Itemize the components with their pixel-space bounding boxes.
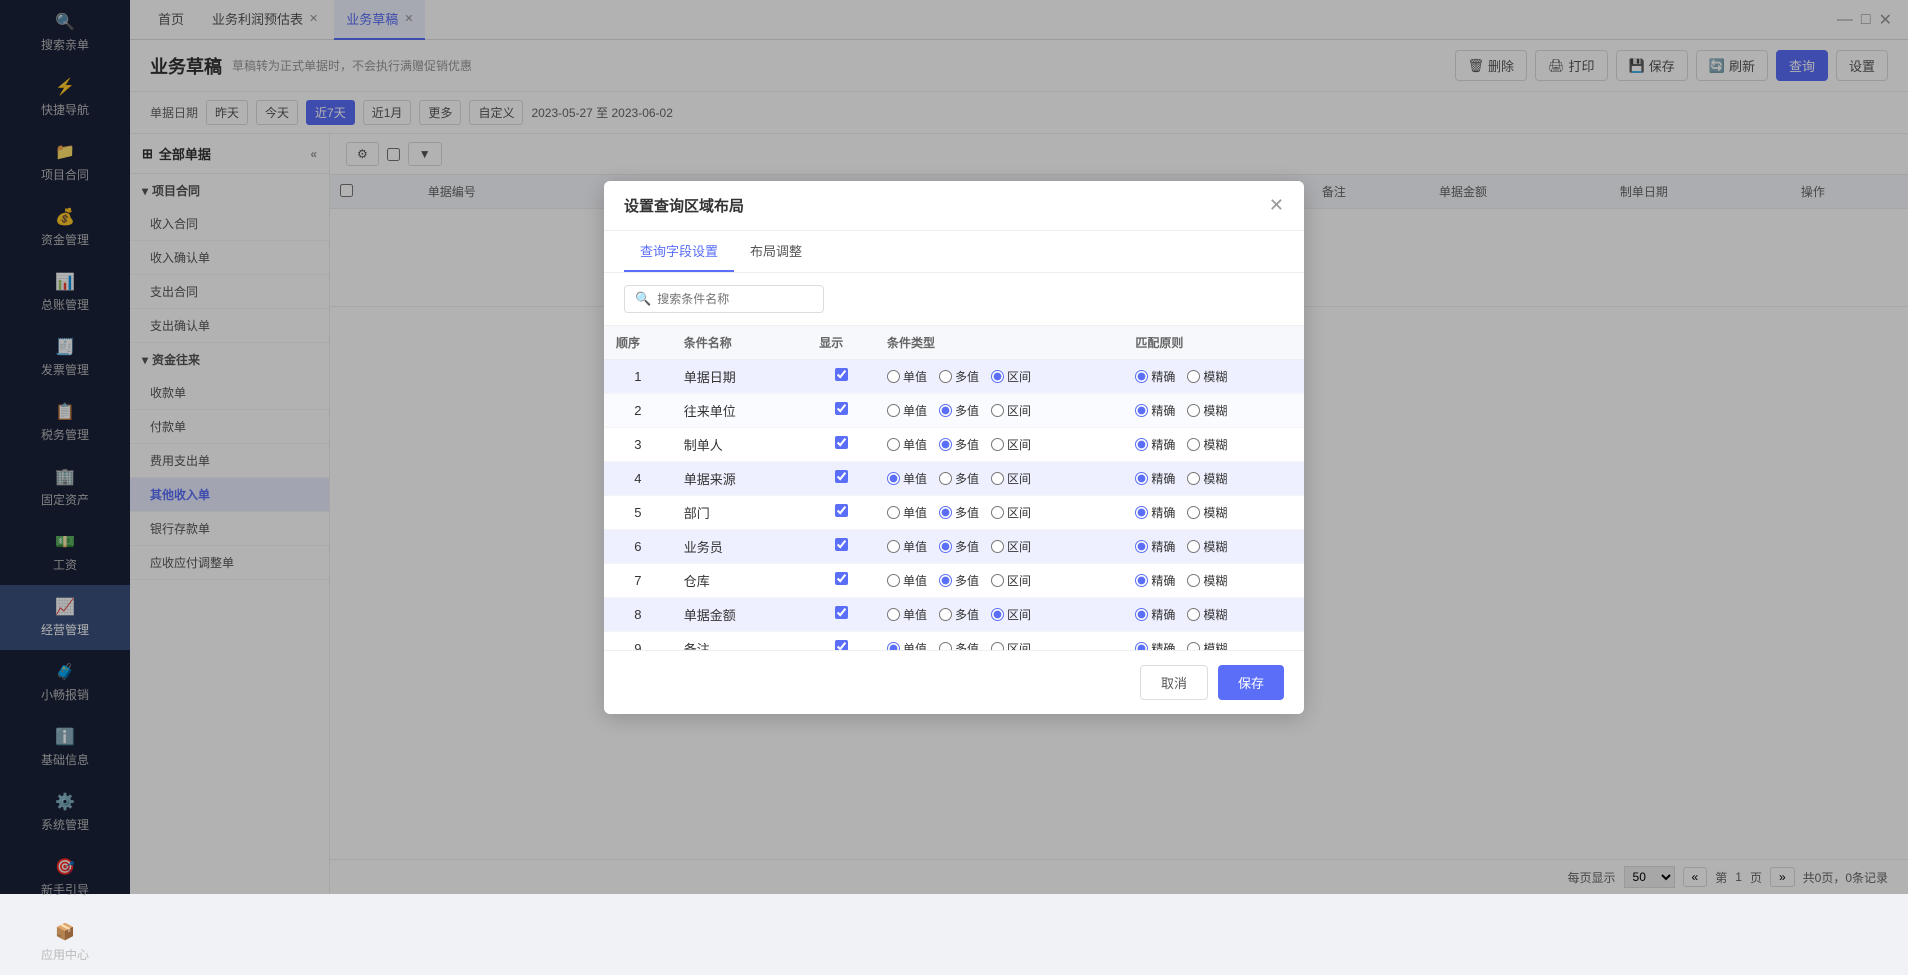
match-radio-模糊-6[interactable] [1187, 540, 1200, 553]
type-radio-单值-7[interactable] [887, 574, 900, 587]
dialog-close-button[interactable]: ✕ [1269, 195, 1284, 216]
dialog-search-area: 🔍 [604, 273, 1304, 326]
cell-order-3: 3 [604, 427, 672, 461]
dialog-overlay: 设置查询区域布局 ✕ 查询字段设置 布局调整 🔍 顺序 [0, 0, 1908, 894]
dialog-tab-fields[interactable]: 查询字段设置 [624, 231, 734, 272]
match-radio-模糊-4[interactable] [1187, 472, 1200, 485]
cell-name-8: 单据金额 [672, 597, 807, 631]
col-type: 条件类型 [875, 326, 1123, 360]
dialog-tabs: 查询字段设置 布局调整 [604, 231, 1304, 273]
dialog-tab-layout[interactable]: 布局调整 [734, 231, 818, 272]
cell-name-6: 业务员 [672, 529, 807, 563]
dialog-cancel-button[interactable]: 取消 [1140, 665, 1208, 700]
dialog: 设置查询区域布局 ✕ 查询字段设置 布局调整 🔍 顺序 [604, 181, 1304, 714]
match-radio-模糊-5[interactable] [1187, 506, 1200, 519]
display-checkbox-3[interactable] [835, 436, 848, 449]
display-checkbox-1[interactable] [835, 368, 848, 381]
type-radio-单值-5[interactable] [887, 506, 900, 519]
type-radio-单值-9[interactable] [887, 642, 900, 650]
dialog-footer: 取消 保存 [604, 650, 1304, 714]
match-radio-精确-5[interactable] [1135, 506, 1148, 519]
type-radio-多值-3[interactable] [939, 438, 952, 451]
match-radio-精确-2[interactable] [1135, 404, 1148, 417]
cell-order-7: 7 [604, 563, 672, 597]
dialog-save-button[interactable]: 保存 [1218, 665, 1284, 700]
match-radio-模糊-3[interactable] [1187, 438, 1200, 451]
col-cond-name: 条件名称 [672, 326, 807, 360]
display-checkbox-9[interactable] [835, 640, 848, 650]
dialog-data-table: 1单据日期单值多值区间精确模糊2往来单位单值多值区间精确模糊3制单人单值多值区间… [604, 360, 1304, 650]
type-radio-多值-7[interactable] [939, 574, 952, 587]
match-radio-模糊-9[interactable] [1187, 642, 1200, 650]
cell-order-4: 4 [604, 461, 672, 495]
type-radio-多值-8[interactable] [939, 608, 952, 621]
type-radio-区间-1[interactable] [991, 370, 1004, 383]
type-radio-单值-6[interactable] [887, 540, 900, 553]
match-radio-精确-7[interactable] [1135, 574, 1148, 587]
display-checkbox-7[interactable] [835, 572, 848, 585]
dialog-body: 顺序 条件名称 显示 条件类型 匹配原则 1单据日期单值多值区间精确模糊2往来单… [604, 326, 1304, 650]
display-checkbox-2[interactable] [835, 402, 848, 415]
match-radio-精确-6[interactable] [1135, 540, 1148, 553]
dialog-search-input[interactable] [657, 292, 807, 306]
type-radio-区间-2[interactable] [991, 404, 1004, 417]
display-checkbox-8[interactable] [835, 606, 848, 619]
type-radio-单值-3[interactable] [887, 438, 900, 451]
type-radio-区间-5[interactable] [991, 506, 1004, 519]
match-radio-模糊-2[interactable] [1187, 404, 1200, 417]
col-display: 显示 [807, 326, 875, 360]
type-radio-多值-5[interactable] [939, 506, 952, 519]
display-checkbox-5[interactable] [835, 504, 848, 517]
dialog-header: 设置查询区域布局 ✕ [604, 181, 1304, 231]
type-radio-区间-9[interactable] [991, 642, 1004, 650]
type-radio-区间-8[interactable] [991, 608, 1004, 621]
type-radio-多值-9[interactable] [939, 642, 952, 650]
cell-order-2: 2 [604, 393, 672, 427]
dialog-title: 设置查询区域布局 [624, 195, 744, 216]
match-radio-精确-4[interactable] [1135, 472, 1148, 485]
search-icon2: 🔍 [635, 291, 651, 307]
dialog-table: 顺序 条件名称 显示 条件类型 匹配原则 [604, 326, 1304, 360]
match-radio-精确-8[interactable] [1135, 608, 1148, 621]
type-radio-多值-4[interactable] [939, 472, 952, 485]
type-radio-多值-6[interactable] [939, 540, 952, 553]
cell-name-1: 单据日期 [672, 360, 807, 394]
cell-name-9: 备注 [672, 631, 807, 650]
display-checkbox-4[interactable] [835, 470, 848, 483]
sidebar-item-appstore[interactable]: 📦 应用中心 [0, 910, 130, 975]
col-order: 顺序 [604, 326, 672, 360]
appstore-icon: 📦 [55, 922, 75, 942]
match-radio-模糊-7[interactable] [1187, 574, 1200, 587]
type-radio-区间-7[interactable] [991, 574, 1004, 587]
cell-name-3: 制单人 [672, 427, 807, 461]
type-radio-区间-4[interactable] [991, 472, 1004, 485]
cell-name-2: 往来单位 [672, 393, 807, 427]
dialog-table-scroll: 1单据日期单值多值区间精确模糊2往来单位单值多值区间精确模糊3制单人单值多值区间… [604, 360, 1304, 650]
cell-name-7: 仓库 [672, 563, 807, 597]
type-radio-多值-1[interactable] [939, 370, 952, 383]
cell-name-4: 单据来源 [672, 461, 807, 495]
col-match: 匹配原则 [1123, 326, 1304, 360]
match-radio-精确-9[interactable] [1135, 642, 1148, 650]
display-checkbox-6[interactable] [835, 538, 848, 551]
cell-order-8: 8 [604, 597, 672, 631]
match-radio-精确-3[interactable] [1135, 438, 1148, 451]
cell-order-1: 1 [604, 360, 672, 394]
dialog-search-box: 🔍 [624, 285, 824, 313]
type-radio-单值-4[interactable] [887, 472, 900, 485]
cell-order-5: 5 [604, 495, 672, 529]
cell-order-9: 9 [604, 631, 672, 650]
type-radio-单值-2[interactable] [887, 404, 900, 417]
type-radio-区间-3[interactable] [991, 438, 1004, 451]
cell-name-5: 部门 [672, 495, 807, 529]
cell-order-6: 6 [604, 529, 672, 563]
match-radio-精确-1[interactable] [1135, 370, 1148, 383]
match-radio-模糊-8[interactable] [1187, 608, 1200, 621]
type-radio-区间-6[interactable] [991, 540, 1004, 553]
type-radio-单值-1[interactable] [887, 370, 900, 383]
type-radio-单值-8[interactable] [887, 608, 900, 621]
type-radio-多值-2[interactable] [939, 404, 952, 417]
match-radio-模糊-1[interactable] [1187, 370, 1200, 383]
